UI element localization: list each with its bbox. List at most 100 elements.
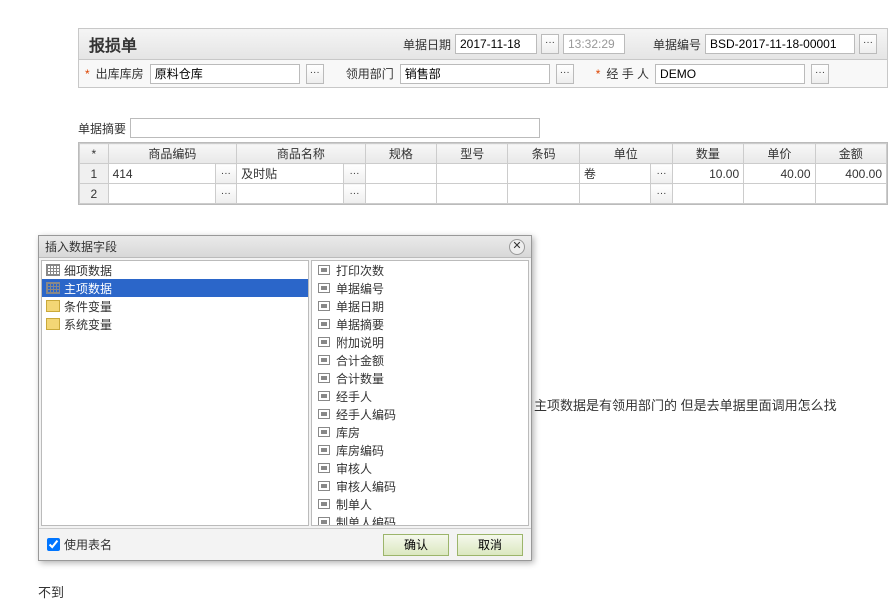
list-item[interactable]: 审核人编码 xyxy=(312,477,528,495)
name-lookup-button[interactable]: ··· xyxy=(344,184,365,204)
list-item[interactable]: 合计金额 xyxy=(312,351,528,369)
tree-item[interactable]: 主项数据 xyxy=(42,279,308,297)
unit-lookup-button[interactable]: ··· xyxy=(651,184,672,204)
cell-amount[interactable] xyxy=(815,184,886,204)
cell-spec[interactable] xyxy=(365,164,436,184)
code-lookup-button[interactable]: ··· xyxy=(215,164,236,184)
list-item[interactable]: 合计数量 xyxy=(312,369,528,387)
field-label: 库房 xyxy=(336,424,360,441)
code-lookup-button[interactable]: ··· xyxy=(215,184,236,204)
insert-field-dialog: 插入数据字段 ✕ 细项数据主项数据条件变量系统变量 打印次数单据编号单据日期单据… xyxy=(38,235,532,561)
col-price: 单价 xyxy=(744,144,815,164)
cell-spec[interactable] xyxy=(365,184,436,204)
cell-qty[interactable]: 10.00 xyxy=(672,164,743,184)
dept-input[interactable] xyxy=(400,64,550,84)
cell-unit[interactable] xyxy=(579,184,650,204)
warehouse-lookup-button[interactable]: ··· xyxy=(306,64,324,84)
tree-item-label: 系统变量 xyxy=(64,316,112,333)
field-icon xyxy=(318,337,330,347)
summary-label: 单据摘要 xyxy=(78,120,126,137)
row-number: 2 xyxy=(80,184,109,204)
cell-name[interactable]: 及时贴 xyxy=(237,164,344,184)
date-picker-button[interactable]: ··· xyxy=(541,34,559,54)
cell-barcode[interactable] xyxy=(508,184,579,204)
use-table-name-checkbox[interactable]: 使用表名 xyxy=(47,536,112,553)
cell-price[interactable]: 40.00 xyxy=(744,164,815,184)
list-item[interactable]: 单据摘要 xyxy=(312,315,528,333)
date-input[interactable] xyxy=(455,34,537,54)
col-name: 商品名称 xyxy=(237,144,366,164)
dept-lookup-button[interactable]: ··· xyxy=(556,64,574,84)
list-item[interactable]: 制单人编码 xyxy=(312,513,528,526)
detail-grid[interactable]: * 商品编码 商品名称 规格 型号 条码 单位 数量 单价 金额 1414···… xyxy=(78,142,888,205)
tree-item-label: 主项数据 xyxy=(64,280,112,297)
use-table-name-input[interactable] xyxy=(47,538,60,551)
unit-lookup-button[interactable]: ··· xyxy=(651,164,672,184)
cell-code[interactable] xyxy=(108,184,215,204)
cancel-button[interactable]: 取消 xyxy=(457,534,523,556)
field-icon xyxy=(318,499,330,509)
field-label: 制单人 xyxy=(336,496,372,513)
field-label: 打印次数 xyxy=(336,262,384,279)
field-label: 审核人 xyxy=(336,460,372,477)
list-item[interactable]: 经手人编码 xyxy=(312,405,528,423)
list-item[interactable]: 制单人 xyxy=(312,495,528,513)
field-label: 经手人编码 xyxy=(336,406,396,423)
table-row[interactable]: 2 ··· ··· ··· xyxy=(80,184,887,204)
grid-icon xyxy=(46,282,60,294)
table-row[interactable]: 1414···及时贴···卷···10.0040.00400.00 xyxy=(80,164,887,184)
docno-lookup-button[interactable]: ··· xyxy=(859,34,877,54)
cell-amount[interactable]: 400.00 xyxy=(815,164,886,184)
time-input[interactable] xyxy=(563,34,625,54)
category-tree[interactable]: 细项数据主项数据条件变量系统变量 xyxy=(41,260,309,526)
cell-qty[interactable] xyxy=(672,184,743,204)
list-item[interactable]: 附加说明 xyxy=(312,333,528,351)
tree-item[interactable]: 系统变量 xyxy=(42,315,308,333)
col-rownum: * xyxy=(80,144,109,164)
list-item[interactable]: 打印次数 xyxy=(312,261,528,279)
cell-model[interactable] xyxy=(437,164,508,184)
field-icon xyxy=(318,517,330,526)
list-item[interactable]: 库房 xyxy=(312,423,528,441)
tree-item-label: 条件变量 xyxy=(64,298,112,315)
close-icon[interactable]: ✕ xyxy=(509,239,525,255)
cell-model[interactable] xyxy=(437,184,508,204)
summary-input[interactable] xyxy=(130,118,540,138)
field-list[interactable]: 打印次数单据编号单据日期单据摘要附加说明合计金额合计数量经手人经手人编码库房库房… xyxy=(311,260,529,526)
header-row-2: *出库库房 ··· 领用部门 ··· *经 手 人 ··· xyxy=(78,60,888,88)
docno-input[interactable] xyxy=(705,34,855,54)
annotation-text: 主项数据是有领用部门的 但是去单据里面调用怎么找 xyxy=(534,395,837,414)
col-qty: 数量 xyxy=(672,144,743,164)
cell-barcode[interactable] xyxy=(508,164,579,184)
list-item[interactable]: 库房编码 xyxy=(312,441,528,459)
list-item[interactable]: 单据日期 xyxy=(312,297,528,315)
ok-button[interactable]: 确认 xyxy=(383,534,449,556)
field-label: 库房编码 xyxy=(336,442,384,459)
cell-code[interactable]: 414 xyxy=(108,164,215,184)
list-item[interactable]: 单据编号 xyxy=(312,279,528,297)
cell-unit[interactable]: 卷 xyxy=(579,164,650,184)
col-code: 商品编码 xyxy=(108,144,237,164)
field-icon xyxy=(318,265,330,275)
field-label: 单据摘要 xyxy=(336,316,384,333)
handler-input[interactable] xyxy=(655,64,805,84)
row-number: 1 xyxy=(80,164,109,184)
list-item[interactable]: 审核人 xyxy=(312,459,528,477)
cell-price[interactable] xyxy=(744,184,815,204)
tree-item[interactable]: 条件变量 xyxy=(42,297,308,315)
col-spec: 规格 xyxy=(365,144,436,164)
col-model: 型号 xyxy=(437,144,508,164)
col-amount: 金额 xyxy=(815,144,886,164)
warehouse-input[interactable] xyxy=(150,64,300,84)
name-lookup-button[interactable]: ··· xyxy=(344,164,365,184)
tree-item[interactable]: 细项数据 xyxy=(42,261,308,279)
use-table-name-label: 使用表名 xyxy=(64,536,112,553)
field-icon xyxy=(318,427,330,437)
field-label: 审核人编码 xyxy=(336,478,396,495)
dept-label: 领用部门 xyxy=(346,65,394,82)
handler-lookup-button[interactable]: ··· xyxy=(811,64,829,84)
cell-name[interactable] xyxy=(237,184,344,204)
field-icon xyxy=(318,301,330,311)
list-item[interactable]: 经手人 xyxy=(312,387,528,405)
date-label: 单据日期 xyxy=(403,36,451,53)
